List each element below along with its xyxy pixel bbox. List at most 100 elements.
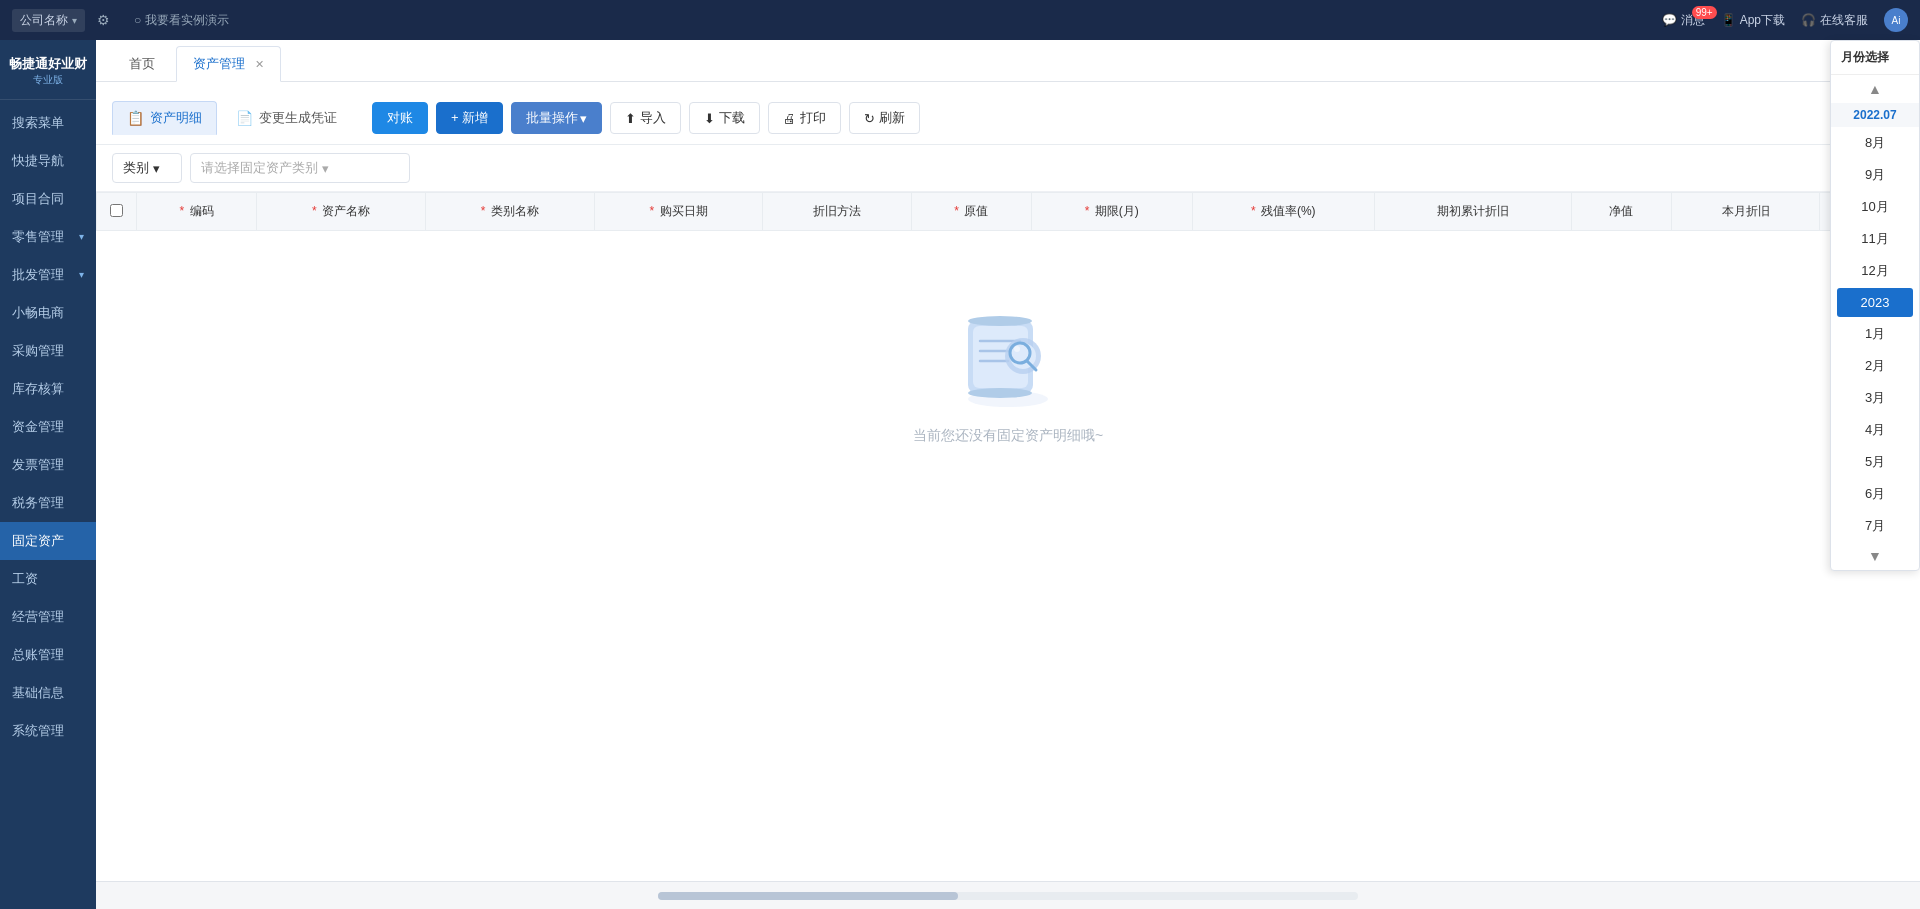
month-list: 2022.07 8月 9月 10月 11月 12月 2023 1月 2月 3月 … bbox=[1831, 103, 1919, 542]
notification-badge: 99+ bbox=[1692, 6, 1717, 19]
tab-bar: 首页 资产管理 ✕ bbox=[96, 40, 1920, 82]
year-2023-badge[interactable]: 2023 bbox=[1837, 288, 1913, 317]
header-right: 💬 消息 99+ 📱 App下载 🎧 在线客服 Ai bbox=[1662, 8, 1908, 32]
download-button[interactable]: ⬇ 下载 bbox=[689, 102, 760, 134]
refresh-button[interactable]: ↻ 刷新 bbox=[849, 102, 920, 134]
print-label: 打印 bbox=[800, 109, 826, 127]
month-item-7[interactable]: 7月 bbox=[1831, 510, 1919, 542]
th-name: * 资产名称 bbox=[257, 193, 426, 231]
required-star: * bbox=[481, 204, 486, 218]
sidebar-item-general-ledger[interactable]: 总账管理 bbox=[0, 636, 96, 674]
tab-close-icon[interactable]: ✕ bbox=[255, 58, 264, 70]
company-selector[interactable]: 公司名称 ▾ bbox=[12, 9, 85, 32]
company-name: 公司名称 bbox=[20, 12, 68, 29]
empty-state: 当前您还没有固定资产明细哦~ bbox=[97, 231, 1920, 505]
sidebar-item-basics[interactable]: 基础信息 bbox=[0, 674, 96, 712]
add-label: + 新增 bbox=[451, 109, 488, 127]
brand-title: 畅捷通好业财 bbox=[8, 56, 88, 73]
avatar[interactable]: Ai bbox=[1884, 8, 1908, 32]
sub-tab-change-voucher[interactable]: 📄 变更生成凭证 bbox=[221, 101, 352, 135]
month-picker-header: 月份选择 bbox=[1831, 41, 1919, 75]
sidebar-item-ecommerce[interactable]: 小畅电商 bbox=[0, 294, 96, 332]
sidebar-item-search[interactable]: 搜索菜单 bbox=[0, 104, 96, 142]
sidebar-item-system[interactable]: 系统管理 bbox=[0, 712, 96, 750]
change-voucher-icon: 📄 bbox=[236, 110, 253, 126]
sidebar-item-project[interactable]: 项目合同 bbox=[0, 180, 96, 218]
sidebar-item-management[interactable]: 经营管理 bbox=[0, 598, 96, 636]
app-download-label: App下载 bbox=[1740, 12, 1785, 29]
month-picker-panel[interactable]: 月份选择 ▲ 2022.07 8月 9月 10月 11月 12月 2023 1月… bbox=[1830, 40, 1920, 571]
chevron-right-icon: ▾ bbox=[79, 231, 84, 242]
month-picker-arrows: ▲ bbox=[1831, 75, 1919, 103]
month-picker-down-arrows: ▼ bbox=[1831, 542, 1919, 570]
add-button[interactable]: + 新增 bbox=[436, 102, 503, 134]
month-item-4[interactable]: 4月 bbox=[1831, 414, 1919, 446]
sub-tab-asset-detail[interactable]: 📋 资产明细 bbox=[112, 101, 217, 135]
select-all-checkbox[interactable] bbox=[110, 204, 123, 217]
sidebar-item-purchase[interactable]: 采购管理 bbox=[0, 332, 96, 370]
category-value-filter[interactable]: 请选择固定资产类别 ▾ bbox=[190, 153, 410, 183]
month-picker-down-arrow[interactable]: ▼ bbox=[1860, 546, 1890, 566]
month-picker-title: 月份选择 bbox=[1841, 49, 1889, 66]
month-item-12[interactable]: 12月 bbox=[1831, 255, 1919, 287]
sidebar-retail-label: 零售管理 bbox=[12, 228, 64, 246]
notification-button[interactable]: 💬 消息 99+ bbox=[1662, 12, 1705, 29]
empty-illustration bbox=[948, 291, 1068, 411]
th-depreciation-method: 折旧方法 bbox=[763, 193, 911, 231]
sidebar-item-quicknav[interactable]: 快捷导航 bbox=[0, 142, 96, 180]
sidebar-item-fixed-assets[interactable]: 固定资产 bbox=[0, 522, 96, 560]
sidebar-tax-label: 税务管理 bbox=[12, 494, 64, 512]
sidebar-basics-label: 基础信息 bbox=[12, 684, 64, 702]
svg-point-11 bbox=[968, 316, 1032, 326]
month-item-6[interactable]: 6月 bbox=[1831, 478, 1919, 510]
month-item-5[interactable]: 5月 bbox=[1831, 446, 1919, 478]
th-net-value: 净值 bbox=[1572, 193, 1672, 231]
import-button[interactable]: ⬆ 导入 bbox=[610, 102, 681, 134]
horizontal-scrollbar[interactable] bbox=[658, 892, 1358, 900]
sidebar-fixed-assets-label: 固定资产 bbox=[12, 532, 64, 550]
th-original-value-label: 原值 bbox=[964, 204, 988, 218]
th-purchase-date: * 购买日期 bbox=[594, 193, 763, 231]
demo-link[interactable]: ○ 我要看实例演示 bbox=[134, 12, 229, 29]
tab-asset-management[interactable]: 资产管理 ✕ bbox=[176, 46, 281, 82]
th-period: * 期限(月) bbox=[1031, 193, 1192, 231]
sidebar-item-wholesale[interactable]: 批发管理 ▾ bbox=[0, 256, 96, 294]
settings-icon[interactable]: ⚙ bbox=[97, 12, 110, 28]
batch-button[interactable]: 批量操作 ▾ bbox=[511, 102, 602, 134]
sidebar-item-tax[interactable]: 税务管理 bbox=[0, 484, 96, 522]
sidebar-item-finance[interactable]: 资金管理 bbox=[0, 408, 96, 446]
refresh-icon: ↻ bbox=[864, 111, 875, 126]
month-item-1[interactable]: 1月 bbox=[1831, 318, 1919, 350]
month-item-2[interactable]: 2月 bbox=[1831, 350, 1919, 382]
month-item-11[interactable]: 11月 bbox=[1831, 223, 1919, 255]
month-item-10[interactable]: 10月 bbox=[1831, 191, 1919, 223]
reconcile-button[interactable]: 对账 bbox=[372, 102, 428, 134]
th-category-label: 类别名称 bbox=[491, 204, 539, 218]
month-item-3[interactable]: 3月 bbox=[1831, 382, 1919, 414]
sidebar-project-label: 项目合同 bbox=[12, 190, 64, 208]
online-support-button[interactable]: 🎧 在线客服 bbox=[1801, 12, 1868, 29]
sidebar-finance-label: 资金管理 bbox=[12, 418, 64, 436]
th-depreciation-method-label: 折旧方法 bbox=[813, 204, 861, 218]
filter-row: 类别 ▾ 请选择固定资产类别 ▾ bbox=[96, 145, 1920, 192]
reconcile-label: 对账 bbox=[387, 109, 413, 127]
th-monthly-dep: 本月折旧 bbox=[1671, 193, 1819, 231]
sidebar: 畅捷通好业财 专业版 搜索菜单 快捷导航 项目合同 零售管理 ▾ 批发管理 ▾ … bbox=[0, 40, 96, 909]
month-item-8[interactable]: 8月 bbox=[1831, 127, 1919, 159]
filter-arrow-icon: ▾ bbox=[153, 161, 160, 176]
month-item-9[interactable]: 9月 bbox=[1831, 159, 1919, 191]
category-filter[interactable]: 类别 ▾ bbox=[112, 153, 182, 183]
table-wrapper: * 编码 * 资产名称 * 类别名称 bbox=[96, 192, 1920, 881]
download-label: 下载 bbox=[719, 109, 745, 127]
sidebar-item-salary[interactable]: 工资 bbox=[0, 560, 96, 598]
sidebar-item-retail[interactable]: 零售管理 ▾ bbox=[0, 218, 96, 256]
scroll-thumb[interactable] bbox=[658, 892, 958, 900]
tab-home[interactable]: 首页 bbox=[112, 46, 172, 81]
sidebar-item-invoice[interactable]: 发票管理 bbox=[0, 446, 96, 484]
category-label: 类别 bbox=[123, 159, 149, 177]
month-picker-up-arrow[interactable]: ▲ bbox=[1860, 79, 1890, 99]
print-button[interactable]: 🖨 打印 bbox=[768, 102, 841, 134]
sidebar-item-inventory[interactable]: 库存核算 bbox=[0, 370, 96, 408]
required-star: * bbox=[179, 204, 184, 218]
app-download-button[interactable]: 📱 App下载 bbox=[1721, 12, 1785, 29]
